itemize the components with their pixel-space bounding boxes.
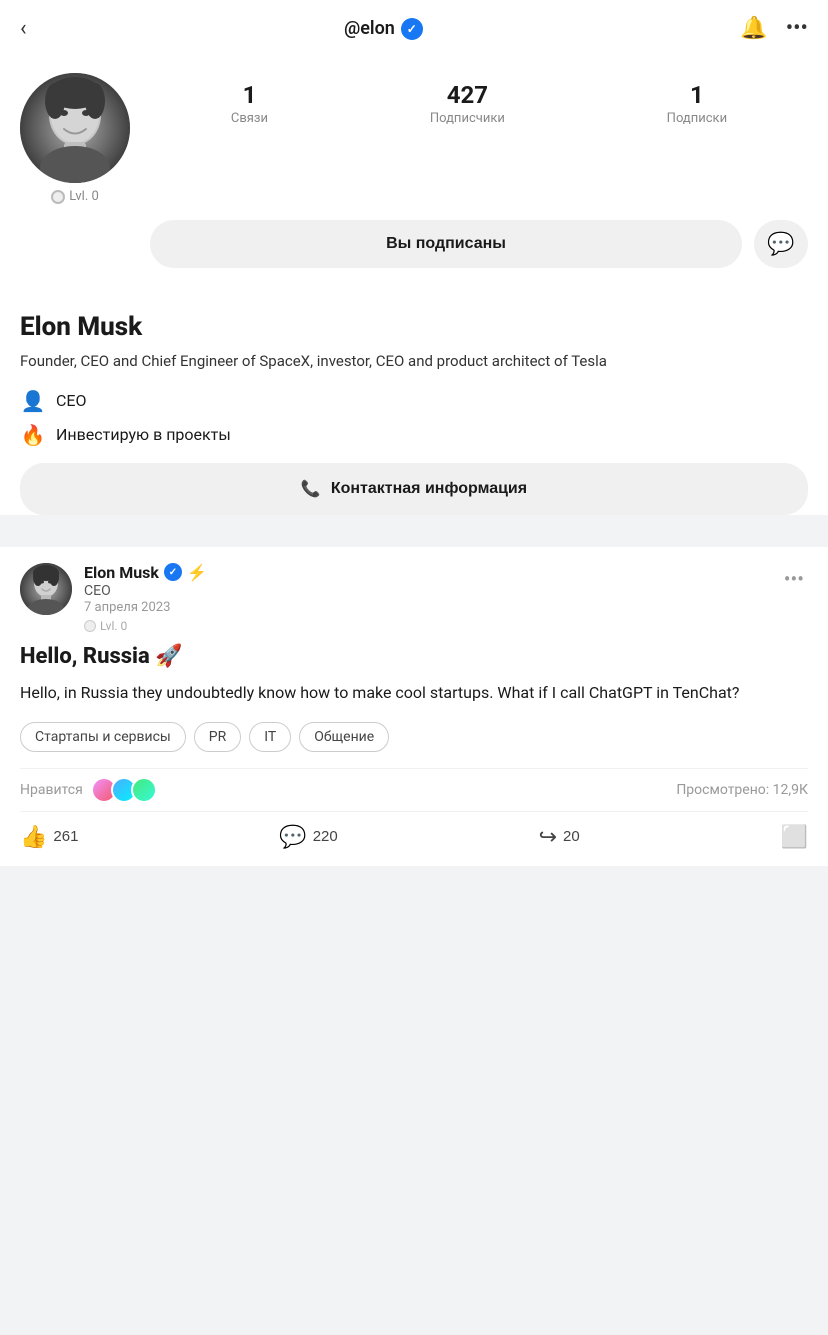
- share-button[interactable]: ↪ 20: [539, 824, 580, 850]
- stat-podpiski-number: 1: [690, 81, 704, 109]
- back-button[interactable]: ‹: [20, 16, 27, 41]
- phone-icon: 📞: [301, 479, 321, 499]
- verified-badge-icon: ✓: [401, 18, 423, 40]
- likes-count: 261: [53, 828, 78, 845]
- bio-section: Elon Musk Founder, CEO and Chief Enginee…: [0, 292, 828, 515]
- post-title: Hello, Russia 🚀: [20, 643, 808, 672]
- post-author-name-text: Elon Musk: [84, 563, 159, 582]
- profile-top: Lvl. 0 1 Связи 427 Подписчики 1 Подписки: [20, 73, 808, 204]
- stats-row: 1 Связи 427 Подписчики 1 Подписки: [150, 73, 808, 126]
- contact-info-button[interactable]: 📞 Контактная информация: [20, 463, 808, 515]
- more-options-icon[interactable]: •••: [786, 16, 808, 41]
- likes-label: Нравится: [20, 782, 83, 798]
- post-tags: Стартапы и сервисы PR IT Общение: [20, 722, 808, 752]
- header-username: @elon: [344, 18, 395, 39]
- lvl-text: Lvl. 0: [69, 189, 99, 204]
- stat-podpischiki-label: Подписчики: [430, 111, 505, 126]
- post-author-info: Elon Musk ✓ ⚡ CEO 7 апреля 2023 Lvl. 0: [20, 563, 207, 633]
- stat-svyazi[interactable]: 1 Связи: [231, 81, 268, 126]
- tag-startups[interactable]: Стартапы и сервисы: [20, 722, 186, 752]
- post-lvl: Lvl. 0: [84, 619, 207, 633]
- tag-chat[interactable]: Общение: [299, 722, 389, 752]
- profile-role-text: CEO: [56, 391, 87, 410]
- post-author-name-row: Elon Musk ✓ ⚡: [84, 563, 207, 582]
- header: ‹ @elon ✓ 🔔 •••: [0, 0, 828, 53]
- post-date: 7 апреля 2023: [84, 600, 207, 615]
- post-role: CEO: [84, 583, 207, 599]
- section-divider: [0, 539, 828, 547]
- stat-podpischiki[interactable]: 427 Подписчики: [430, 81, 505, 126]
- bookmark-button[interactable]: ⬜: [781, 824, 808, 850]
- lvl-badge: Lvl. 0: [51, 189, 99, 204]
- header-title: @elon ✓: [344, 18, 423, 40]
- avatar: [20, 73, 130, 183]
- contact-btn-label: Контактная информация: [331, 480, 527, 498]
- shares-count: 20: [563, 828, 580, 845]
- views-label: Просмотрено: 12,9К: [676, 782, 808, 798]
- post-verified-badge-icon: ✓: [164, 563, 182, 581]
- post-lvl-circle-icon: [84, 620, 96, 632]
- lvl-circle-icon: [51, 190, 65, 204]
- likes-left: Нравится: [20, 777, 157, 803]
- post-lightning-icon: ⚡: [187, 563, 207, 582]
- like-button[interactable]: 👍 261: [20, 824, 78, 850]
- person-icon: 👤: [20, 389, 46, 413]
- post-header: Elon Musk ✓ ⚡ CEO 7 апреля 2023 Lvl. 0 •…: [20, 563, 808, 633]
- post-lvl-text: Lvl. 0: [100, 619, 127, 633]
- post-text: Hello, in Russia they undoubtedly know h…: [20, 681, 808, 706]
- header-icons: 🔔 •••: [740, 16, 808, 41]
- post-card: Elon Musk ✓ ⚡ CEO 7 апреля 2023 Lvl. 0 •…: [0, 547, 828, 866]
- notification-bell-icon[interactable]: 🔔: [740, 16, 767, 41]
- profile-name: Elon Musk: [20, 312, 808, 342]
- profile-info-role: 👤 CEO: [20, 389, 808, 413]
- profile-bio: Founder, CEO and Chief Engineer of Space…: [20, 350, 808, 373]
- comments-count: 220: [313, 828, 338, 845]
- message-icon: 💬: [767, 231, 794, 257]
- stat-svyazi-label: Связи: [231, 111, 268, 126]
- comment-icon: 💬: [279, 824, 306, 850]
- stat-podpischiki-number: 427: [447, 81, 488, 109]
- share-icon: ↪: [539, 824, 557, 850]
- profile-section: Lvl. 0 1 Связи 427 Подписчики 1 Подписки…: [0, 53, 828, 292]
- bookmark-icon: ⬜: [781, 824, 808, 849]
- post-actions: 👍 261 💬 220 ↪ 20 ⬜: [20, 811, 808, 866]
- liked-avatars: [91, 777, 157, 803]
- stat-podpiski[interactable]: 1 Подписки: [667, 81, 727, 126]
- thumbs-up-icon: 👍: [20, 824, 47, 850]
- avatar-wrapper: Lvl. 0: [20, 73, 130, 204]
- fire-icon: 🔥: [20, 423, 46, 447]
- message-button[interactable]: 💬: [754, 220, 808, 268]
- profile-actions: Вы подписаны 💬: [150, 220, 808, 268]
- liked-avatar-3: [131, 777, 157, 803]
- post-more-button[interactable]: •••: [780, 563, 808, 595]
- subscribed-button[interactable]: Вы подписаны: [150, 220, 742, 268]
- comment-button[interactable]: 💬 220: [279, 824, 337, 850]
- stat-podpiski-label: Подписки: [667, 111, 727, 126]
- profile-invest-text: Инвестирую в проекты: [56, 425, 231, 444]
- post-avatar: [20, 563, 72, 615]
- tag-pr[interactable]: PR: [194, 722, 241, 752]
- post-meta: Elon Musk ✓ ⚡ CEO 7 апреля 2023 Lvl. 0: [84, 563, 207, 633]
- tag-it[interactable]: IT: [249, 722, 291, 752]
- profile-info-invest: 🔥 Инвестирую в проекты: [20, 423, 808, 447]
- post-likes-row: Нравится Просмотрено: 12,9К: [20, 768, 808, 811]
- stat-svyazi-number: 1: [243, 81, 257, 109]
